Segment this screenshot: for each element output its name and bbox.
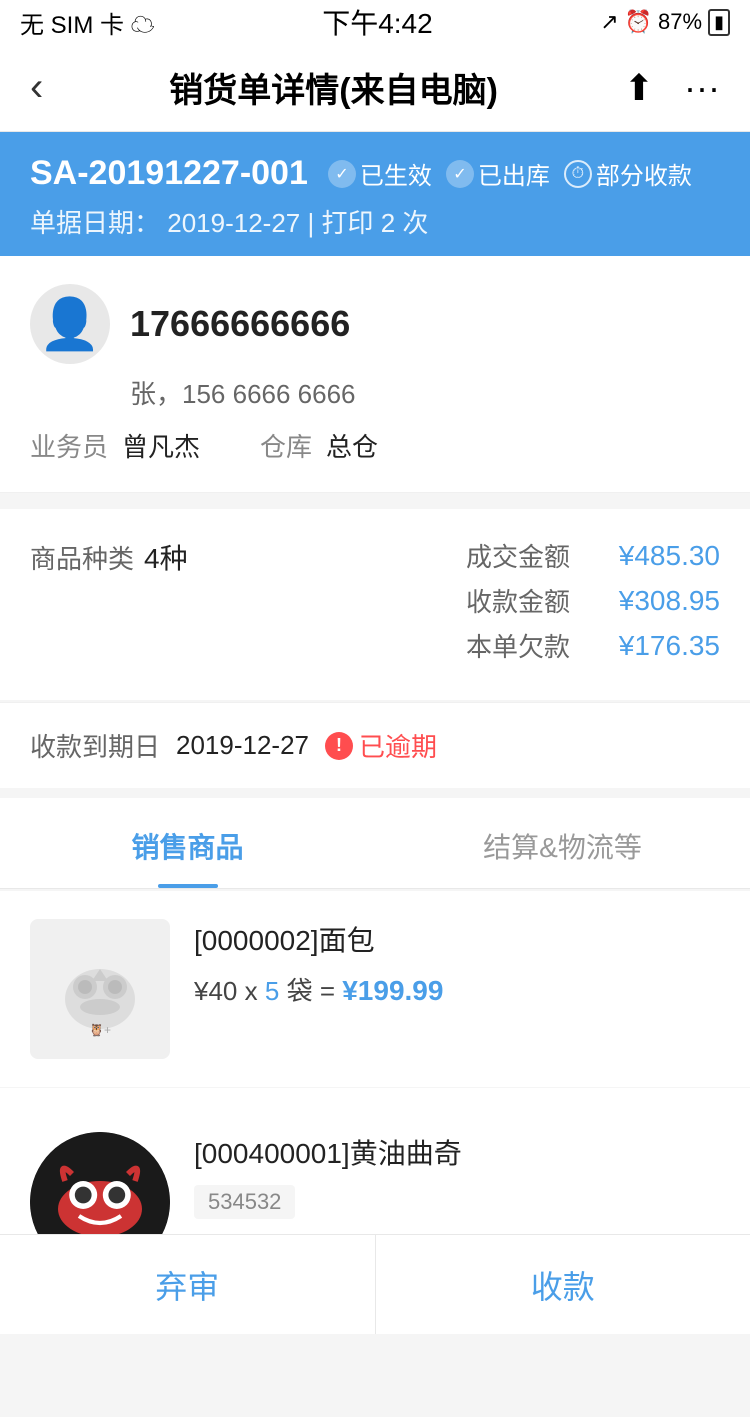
- nav-bar: ‹ 销货单详情(来自电脑) ⬆ ···: [0, 44, 750, 132]
- order-date-row: 单据日期： 2019-12-27 | 打印 2 次: [30, 203, 720, 240]
- check-icon-2: ✓: [446, 160, 474, 188]
- avatar: 👤: [30, 284, 110, 364]
- print-count: 2: [381, 208, 395, 238]
- price-total-1: ¥199.99: [342, 975, 443, 1006]
- price-base-1: ¥40: [194, 976, 237, 1006]
- cancel-button[interactable]: 弃审: [0, 1235, 376, 1334]
- check-icon-1: ✓: [328, 160, 356, 188]
- warehouse-label: 仓库: [260, 427, 312, 464]
- summary-right: 成交金额 ¥485.30 收款金额 ¥308.95 本单欠款 ¥176.35: [466, 537, 720, 672]
- due-label: 收款到期日: [30, 727, 160, 764]
- due-section: 收款到期日 2019-12-27 ! 已逾期: [0, 702, 750, 788]
- customer-name: 张，156 6666 6666: [130, 374, 720, 411]
- order-id-row: SA-20191227-001 ✓ 已生效 ✓ 已出库 ⏱ 部分收款: [30, 154, 720, 193]
- price-unit-1: 袋: [287, 976, 313, 1006]
- badge-effective: ✓ 已生效: [328, 156, 432, 191]
- customer-id: 17666666666: [130, 303, 350, 345]
- tabs-section: 销售商品 结算&物流等 🦉+ [0000002]面包: [0, 788, 750, 1301]
- product-thumbnail-1: 🦉+: [30, 919, 170, 1059]
- debt-amount-label: 本单欠款: [466, 627, 570, 664]
- badge-partial-payment: ⏱ 部分收款: [564, 156, 692, 191]
- product-item: 🦉+ [0000002]面包 ¥40 x 5 袋 = ¥199.99: [0, 891, 750, 1088]
- summary-section: 商品种类 4种 成交金额 ¥485.30 收款金额 ¥308.95 本单欠款 ¥…: [0, 509, 750, 700]
- battery-text: 87%: [658, 9, 702, 35]
- more-icon[interactable]: ···: [684, 67, 720, 109]
- bottom-bar: 弃审 收款: [0, 1234, 750, 1334]
- status-left: 无 SIM 卡 ☁: [20, 5, 155, 40]
- battery-icon: ▮: [708, 9, 730, 36]
- share-icon[interactable]: ⬆: [624, 67, 654, 109]
- badge-effective-label: 已生效: [360, 156, 432, 191]
- nav-right-actions: ⬆ ···: [624, 67, 720, 109]
- back-button[interactable]: ‹: [30, 65, 43, 110]
- price-eq-1: =: [320, 976, 342, 1006]
- warehouse-item: 仓库 总仓: [260, 427, 378, 464]
- clock-icon: ⏱: [564, 160, 592, 188]
- svg-text:🦉+: 🦉+: [89, 1023, 111, 1037]
- product-type-label: 商品种类: [30, 539, 134, 576]
- badge-partial-label: 部分收款: [596, 156, 692, 191]
- deal-amount-row: 成交金额 ¥485.30: [466, 537, 720, 574]
- customer-section: 👤 17666666666 张，156 6666 6666 业务员 曾凡杰 仓库…: [0, 256, 750, 493]
- warehouse-value: 总仓: [326, 427, 378, 464]
- order-header-banner: SA-20191227-001 ✓ 已生效 ✓ 已出库 ⏱ 部分收款 单据日期：…: [0, 132, 750, 256]
- product-name-2: [000400001]黄油曲奇: [194, 1132, 720, 1172]
- status-bar: 无 SIM 卡 ☁ 下午4:42 ↗ ⏰ 87% ▮: [0, 0, 750, 44]
- badge-shipped: ✓ 已出库: [446, 156, 550, 191]
- salesperson-value: 曾凡杰: [122, 427, 200, 464]
- product-count: 商品种类 4种: [30, 537, 188, 577]
- tabs-bar: 销售商品 结算&物流等: [0, 798, 750, 889]
- print-label: | 打印: [307, 208, 373, 238]
- product-sku-2: 534532: [194, 1185, 295, 1219]
- customer-row: 👤 17666666666: [30, 284, 720, 364]
- product-price-1: ¥40 x 5 袋 = ¥199.99: [194, 971, 720, 1008]
- order-id: SA-20191227-001: [30, 154, 308, 193]
- summary-left: 商品种类 4种: [30, 537, 188, 577]
- order-badges: ✓ 已生效 ✓ 已出库 ⏱ 部分收款: [328, 156, 692, 191]
- customer-meta: 业务员 曾凡杰 仓库 总仓: [30, 427, 720, 464]
- user-icon: 👤: [39, 295, 101, 354]
- product-count-value: 4种: [144, 537, 188, 577]
- overdue-icon: !: [325, 732, 353, 760]
- divider-1: [0, 493, 750, 509]
- overdue-text: 已逾期: [359, 727, 437, 764]
- price-x-1: x: [245, 976, 265, 1006]
- date-label: 单据日期：: [30, 208, 160, 238]
- debt-amount-row: 本单欠款 ¥176.35: [466, 627, 720, 664]
- product-name-1: [0000002]面包: [194, 919, 720, 959]
- deal-amount-label: 成交金额: [466, 537, 570, 574]
- collect-button[interactable]: 收款: [376, 1235, 750, 1334]
- summary-row: 商品种类 4种 成交金额 ¥485.30 收款金额 ¥308.95 本单欠款 ¥…: [30, 537, 720, 672]
- page-title: 销货单详情(来自电脑): [169, 63, 498, 112]
- tab-sales-products[interactable]: 销售商品: [0, 798, 375, 888]
- deal-amount-value: ¥485.30: [600, 540, 720, 572]
- order-date: 2019-12-27: [167, 208, 300, 238]
- overdue-badge: ! 已逾期: [325, 727, 437, 764]
- status-right: ↗ ⏰ 87% ▮: [600, 9, 730, 36]
- salesperson-item: 业务员 曾凡杰: [30, 427, 200, 464]
- badge-shipped-label: 已出库: [478, 156, 550, 191]
- product-info-1: [0000002]面包 ¥40 x 5 袋 = ¥199.99: [194, 919, 720, 1008]
- status-time: 下午4:42: [322, 2, 433, 42]
- collect-amount-label: 收款金额: [466, 582, 570, 619]
- debt-amount-value: ¥176.35: [600, 630, 720, 662]
- collect-amount-row: 收款金额 ¥308.95: [466, 582, 720, 619]
- collect-amount-value: ¥308.95: [600, 585, 720, 617]
- alarm-icon: ⏰: [625, 9, 652, 35]
- salesperson-label: 业务员: [30, 427, 108, 464]
- sim-status: 无 SIM 卡 ☁: [20, 5, 155, 40]
- location-icon: ↗: [600, 9, 618, 35]
- due-date: 2019-12-27: [176, 730, 309, 761]
- price-qty-1: 5: [265, 976, 279, 1006]
- tab-settlement[interactable]: 结算&物流等: [375, 798, 750, 888]
- owl-placeholder-icon: 🦉+: [50, 939, 150, 1039]
- print-suffix: 次: [402, 208, 428, 238]
